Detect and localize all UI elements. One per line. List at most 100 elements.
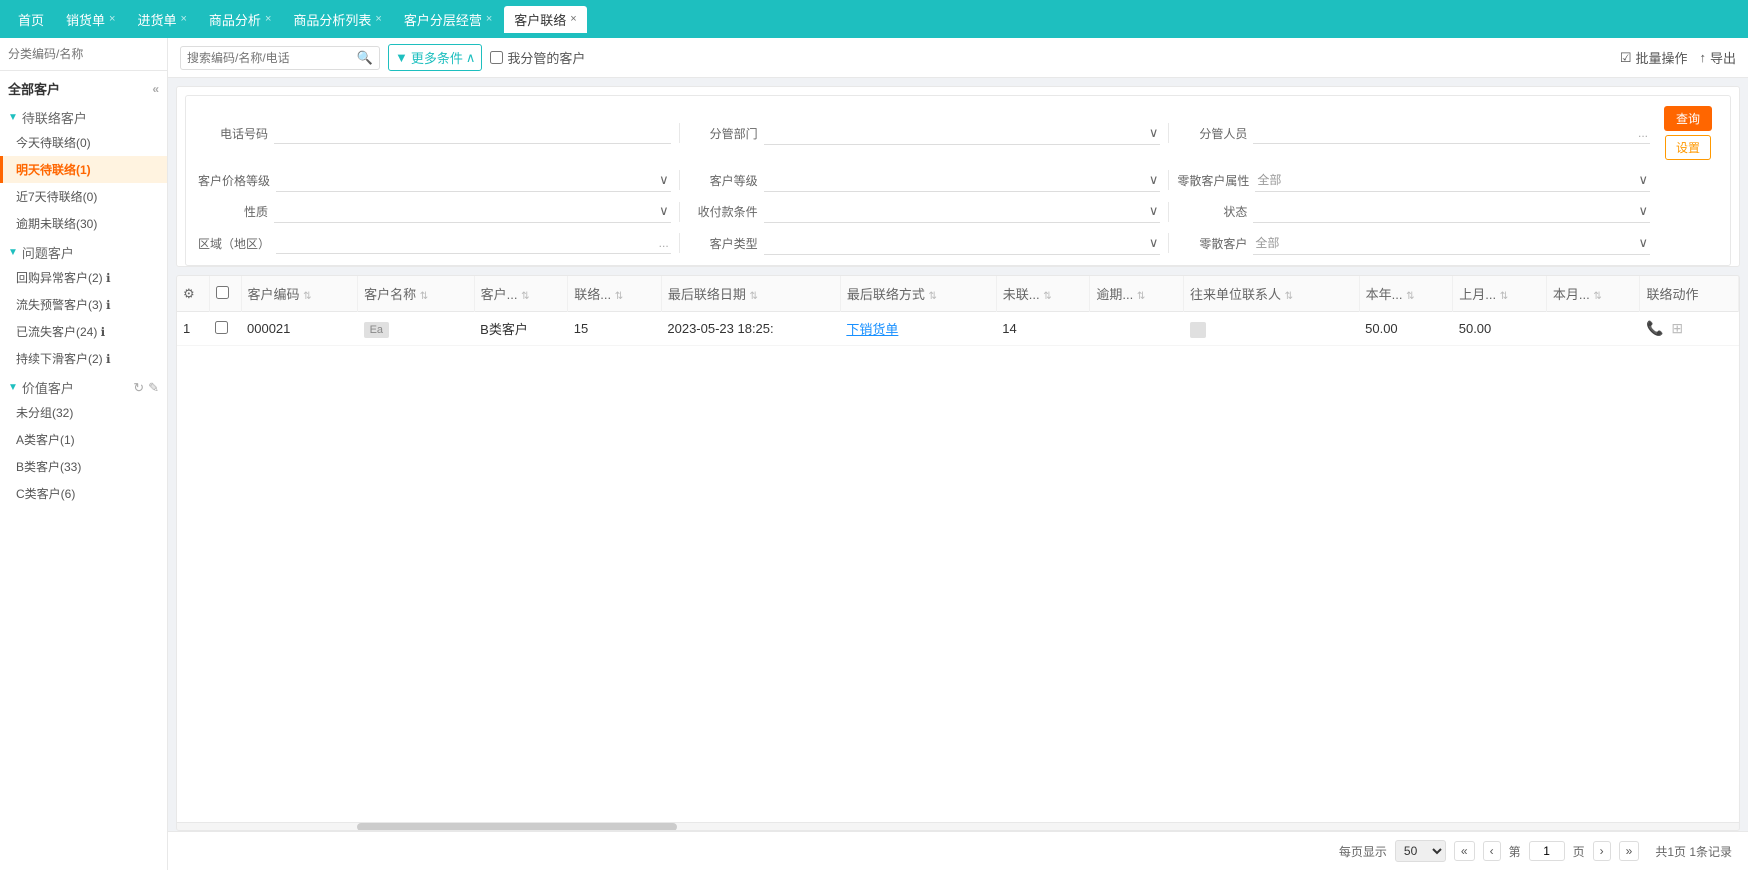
td-last-method[interactable]: 下销货单 bbox=[840, 312, 996, 346]
nav-home[interactable]: 首页 bbox=[8, 6, 54, 33]
sidebar-item-7days[interactable]: 近7天待联络(0) bbox=[0, 183, 167, 210]
sidebar-item-today[interactable]: 今天待联络(0) bbox=[0, 129, 167, 156]
td-last-date: 2023-05-23 18:25: bbox=[661, 312, 840, 346]
filter-customer-level-label: 客户等级 bbox=[688, 172, 758, 189]
last-page-button[interactable]: » bbox=[1619, 841, 1640, 861]
all-customers-header[interactable]: 全部客户 « bbox=[0, 71, 167, 102]
value-refresh-icon[interactable]: ↻ bbox=[133, 380, 144, 396]
ellipsis-icon-person[interactable]: ... bbox=[1638, 126, 1648, 140]
th-contact-count[interactable]: 联络... ⇅ bbox=[568, 276, 662, 312]
group-pending-contact[interactable]: ▼ 待联络客户 bbox=[0, 102, 167, 129]
table-row: 1 000021 Ea B类客户 15 2023-05-23 bbox=[177, 312, 1739, 346]
toolbar: 🔍 ▼ 更多条件 ∧ 我分管的客户 ☑ 批量操作 ↑ 导出 bbox=[168, 38, 1748, 78]
next-page-button[interactable]: › bbox=[1593, 841, 1611, 861]
nav-customer-tier[interactable]: 客户分层经营 × bbox=[394, 6, 502, 33]
filter-nature-select[interactable]: ∨ bbox=[274, 200, 671, 223]
batch-op-button[interactable]: ☑ 批量操作 bbox=[1620, 48, 1688, 67]
sidebar-item-churn-warning[interactable]: 流失预警客户(3) ℹ bbox=[0, 291, 167, 318]
sidebar-item-declining[interactable]: 持续下滑客户(2) ℹ bbox=[0, 345, 167, 372]
first-page-button[interactable]: « bbox=[1454, 841, 1475, 861]
filter-retail-attr-select[interactable]: 全部 ∨ bbox=[1255, 168, 1650, 192]
th-last-date[interactable]: 最后联络日期 ⇅ bbox=[661, 276, 840, 312]
chevron-down-icon-rc: ∨ bbox=[1639, 235, 1649, 251]
th-overdue[interactable]: 逾期... ⇅ bbox=[1090, 276, 1184, 312]
th-type-label: 客户... bbox=[481, 287, 518, 302]
triangle-icon-pending: ▼ bbox=[8, 112, 18, 123]
nav-customer-contact[interactable]: 客户联络 × bbox=[504, 6, 586, 33]
setting-button[interactable]: 设置 bbox=[1665, 135, 1711, 160]
table-wrapper: ⚙ 客户编码 ⇅ 客户名称 bbox=[176, 275, 1740, 831]
nav-sales-close[interactable]: × bbox=[109, 13, 115, 25]
page-input[interactable] bbox=[1529, 841, 1565, 861]
gear-icon[interactable]: ⚙ bbox=[183, 286, 195, 301]
export-button[interactable]: ↑ 导出 bbox=[1699, 48, 1736, 67]
th-last-month[interactable]: 上月... ⇅ bbox=[1453, 276, 1547, 312]
nav-product-analysis[interactable]: 商品分析 × bbox=[199, 6, 281, 33]
filter-retail-customer-select[interactable]: 全部 ∨ bbox=[1253, 231, 1650, 255]
nav-product-analysis-list-close[interactable]: × bbox=[375, 13, 381, 25]
more-conditions-button[interactable]: ▼ 更多条件 ∧ bbox=[388, 44, 482, 71]
filter-phone-input[interactable] bbox=[274, 123, 671, 144]
filter-price-level-select[interactable]: ∨ bbox=[276, 169, 671, 192]
td-checkbox[interactable] bbox=[209, 312, 241, 346]
my-customers-checkbox[interactable] bbox=[490, 51, 503, 64]
scrollbar-thumb[interactable] bbox=[357, 823, 677, 831]
filter-dept-select[interactable]: ∨ bbox=[764, 122, 1161, 145]
sidebar-search-input[interactable] bbox=[8, 47, 163, 61]
th-uncontacted[interactable]: 未联... ⇅ bbox=[996, 276, 1090, 312]
nav-product-analysis-close[interactable]: × bbox=[265, 13, 271, 25]
group-value-customers[interactable]: ▼ 价值客户 ↻ ✎ bbox=[0, 372, 167, 399]
sidebar-item-overdue[interactable]: 逾期未联络(30) bbox=[0, 210, 167, 237]
th-contact-person[interactable]: 往来单位联系人 ⇅ bbox=[1184, 276, 1360, 312]
ellipsis-icon-region[interactable]: ... bbox=[659, 236, 669, 250]
sidebar-collapse-icon[interactable]: « bbox=[152, 82, 159, 96]
value-edit-icon[interactable]: ✎ bbox=[148, 380, 159, 396]
th-type[interactable]: 客户... ⇅ bbox=[474, 276, 568, 312]
sidebar-item-class-c[interactable]: C类客户(6) bbox=[0, 480, 167, 507]
nav-purchase-close[interactable]: × bbox=[180, 13, 186, 25]
th-code[interactable]: 客户编码 ⇅ bbox=[241, 276, 358, 312]
toolbar-search-icon[interactable]: 🔍 bbox=[357, 50, 373, 66]
action-contact-icon[interactable]: 📞 bbox=[1646, 320, 1663, 337]
sidebar-item-class-b[interactable]: B类客户(33) bbox=[0, 453, 167, 480]
nav-product-analysis-list[interactable]: 商品分析列表 × bbox=[283, 6, 391, 33]
sidebar-item-repurchase-anomaly[interactable]: 回购异常客户(2) ℹ bbox=[0, 264, 167, 291]
query-button[interactable]: 查询 bbox=[1664, 106, 1712, 131]
th-name-label: 客户名称 bbox=[364, 287, 416, 302]
group-problem-customers[interactable]: ▼ 问题客户 bbox=[0, 237, 167, 264]
prev-page-button[interactable]: ‹ bbox=[1483, 841, 1501, 861]
sidebar-item-tomorrow[interactable]: 明天待联络(1) bbox=[0, 156, 167, 183]
filter-phone: 电话号码 bbox=[198, 123, 671, 144]
row-checkbox[interactable] bbox=[215, 321, 228, 334]
th-gear[interactable]: ⚙ bbox=[177, 276, 209, 312]
nav-purchase[interactable]: 进货单 × bbox=[127, 6, 196, 33]
th-this-year[interactable]: 本年... ⇅ bbox=[1359, 276, 1453, 312]
sidebar-item-class-a[interactable]: A类客户(1) bbox=[0, 426, 167, 453]
filter-region-select[interactable]: ... bbox=[276, 233, 671, 254]
nav-sales[interactable]: 销货单 × bbox=[56, 6, 125, 33]
horizontal-scrollbar[interactable] bbox=[177, 822, 1739, 830]
filter-payment-select[interactable]: ∨ bbox=[764, 200, 1161, 223]
select-all-checkbox[interactable] bbox=[216, 286, 229, 299]
per-page-select[interactable]: 50 100 200 bbox=[1395, 840, 1446, 862]
nav-customer-tier-close[interactable]: × bbox=[486, 13, 492, 25]
filter-customer-level-select[interactable]: ∨ bbox=[764, 169, 1161, 192]
last-method-link[interactable]: 下销货单 bbox=[846, 322, 898, 337]
divider-5 bbox=[679, 202, 680, 222]
filter-person-select[interactable]: ... bbox=[1253, 123, 1650, 144]
th-last-method[interactable]: 最后联络方式 ⇅ bbox=[840, 276, 996, 312]
group-problem-label: 问题客户 bbox=[22, 243, 74, 262]
action-more-icon[interactable]: ⊞ bbox=[1671, 320, 1683, 337]
nav-customer-contact-close[interactable]: × bbox=[570, 13, 576, 25]
my-customers-toggle[interactable]: 我分管的客户 bbox=[490, 48, 585, 67]
table-scroll-area[interactable]: ⚙ 客户编码 ⇅ 客户名称 bbox=[177, 276, 1739, 822]
filter-status-select[interactable]: ∨ bbox=[1253, 200, 1650, 223]
th-this-month[interactable]: 本月... ⇅ bbox=[1546, 276, 1640, 312]
export-label: 导出 bbox=[1710, 48, 1736, 67]
sidebar-item-ungrouped[interactable]: 未分组(32) bbox=[0, 399, 167, 426]
th-name[interactable]: 客户名称 ⇅ bbox=[358, 276, 475, 312]
filter-customer-type-select[interactable]: ∨ bbox=[764, 232, 1161, 255]
search-input[interactable] bbox=[187, 51, 353, 65]
th-checkbox[interactable] bbox=[209, 276, 241, 312]
sidebar-item-churned[interactable]: 已流失客户(24) ℹ bbox=[0, 318, 167, 345]
